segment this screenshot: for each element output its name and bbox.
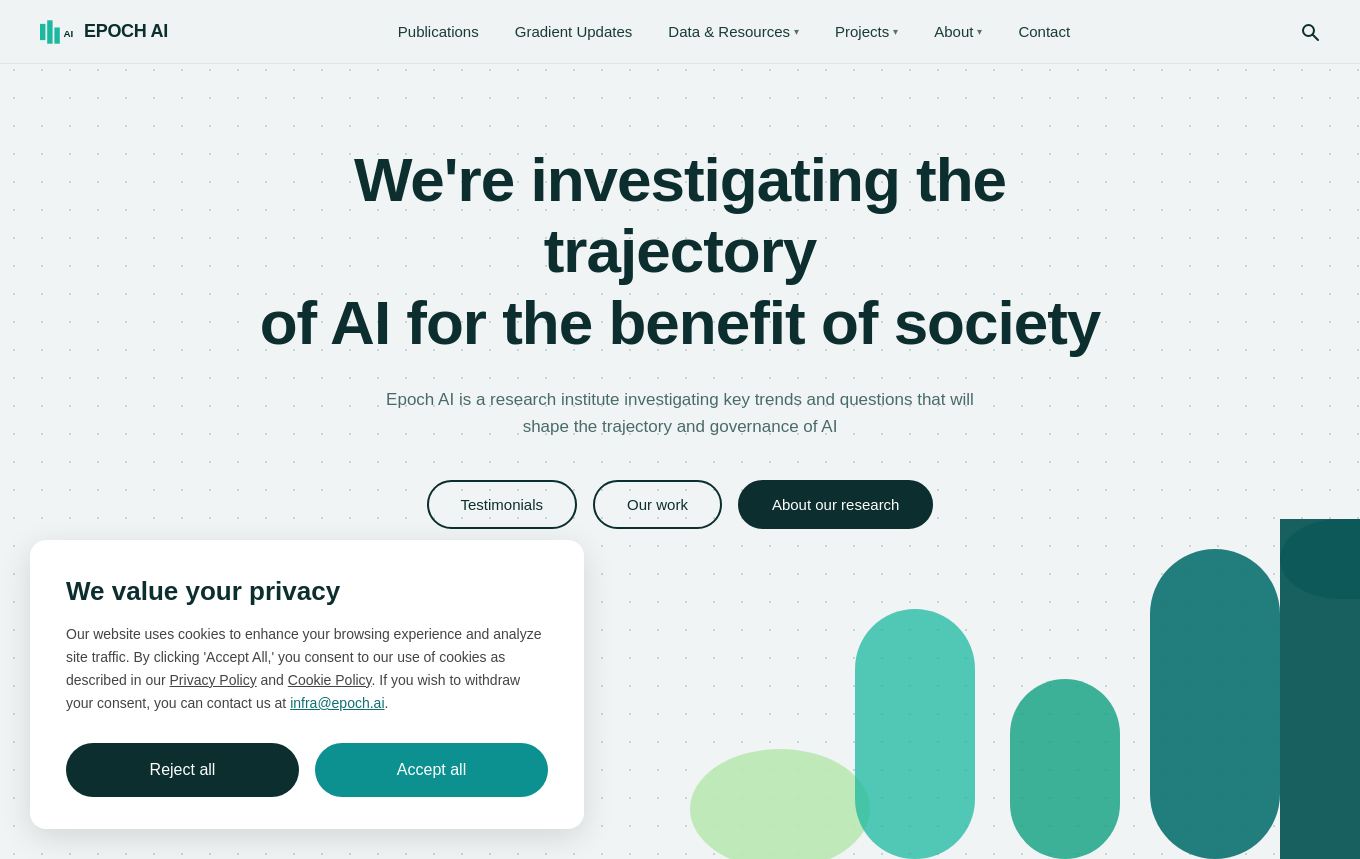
svg-rect-7 xyxy=(855,609,975,859)
chevron-down-icon: ▾ xyxy=(977,26,982,37)
svg-rect-2 xyxy=(54,27,59,43)
contact-link[interactable]: Contact xyxy=(1018,23,1070,40)
logo[interactable]: AI EPOCH AI xyxy=(40,20,168,44)
svg-rect-1 xyxy=(47,20,52,43)
data-link[interactable]: Data & Resources ▾ xyxy=(668,23,799,40)
nav-item-contact[interactable]: Contact xyxy=(1018,23,1070,40)
gradient-link[interactable]: Gradient Updates xyxy=(515,23,633,40)
chart-illustration xyxy=(660,519,1360,859)
privacy-policy-link[interactable]: Privacy Policy xyxy=(170,672,257,688)
logo-wordmark: EPOCH AI xyxy=(84,21,168,42)
nav-item-projects[interactable]: Projects ▾ xyxy=(835,23,898,40)
reject-all-button[interactable]: Reject all xyxy=(66,743,299,797)
accept-all-button[interactable]: Accept all xyxy=(315,743,548,797)
nav-right xyxy=(1300,22,1320,42)
projects-link[interactable]: Projects ▾ xyxy=(835,23,898,40)
about-link[interactable]: About ▾ xyxy=(934,23,982,40)
nav-item-gradient[interactable]: Gradient Updates xyxy=(515,23,633,40)
hero-buttons: Testimonials Our work About our research xyxy=(0,480,1360,529)
svg-line-5 xyxy=(1313,35,1318,40)
chevron-down-icon: ▾ xyxy=(893,26,898,37)
chevron-down-icon: ▾ xyxy=(794,26,799,37)
svg-text:AI: AI xyxy=(63,28,73,39)
nav-item-about[interactable]: About ▾ xyxy=(934,23,982,40)
cookie-title: We value your privacy xyxy=(66,576,548,607)
page-wrapper: AI EPOCH AI Publications Gradient Update… xyxy=(0,0,1360,859)
svg-rect-0 xyxy=(40,23,45,39)
search-button[interactable] xyxy=(1300,22,1320,42)
cookie-banner: We value your privacy Our website uses c… xyxy=(30,540,584,829)
nav-item-data[interactable]: Data & Resources ▾ xyxy=(668,23,799,40)
hero-section: We're investigating the trajectory of AI… xyxy=(0,64,1360,529)
hero-subtext: Epoch AI is a research institute investi… xyxy=(370,386,990,440)
publications-link[interactable]: Publications xyxy=(398,23,479,40)
nav-links: Publications Gradient Updates Data & Res… xyxy=(398,23,1070,40)
hero-heading: We're investigating the trajectory of AI… xyxy=(230,144,1130,358)
svg-rect-9 xyxy=(1150,549,1280,859)
nav-item-publications[interactable]: Publications xyxy=(398,23,479,40)
cookie-policy-link[interactable]: Cookie Policy xyxy=(288,672,372,688)
svg-point-6 xyxy=(690,749,870,859)
navbar: AI EPOCH AI Publications Gradient Update… xyxy=(0,0,1360,64)
cookie-body: Our website uses cookies to enhance your… xyxy=(66,623,548,715)
testimonials-button[interactable]: Testimonials xyxy=(427,480,578,529)
cookie-actions: Reject all Accept all xyxy=(66,743,548,797)
svg-rect-8 xyxy=(1010,679,1120,859)
email-link[interactable]: infra@epoch.ai xyxy=(290,695,384,711)
our-work-button[interactable]: Our work xyxy=(593,480,722,529)
about-research-button[interactable]: About our research xyxy=(738,480,934,529)
